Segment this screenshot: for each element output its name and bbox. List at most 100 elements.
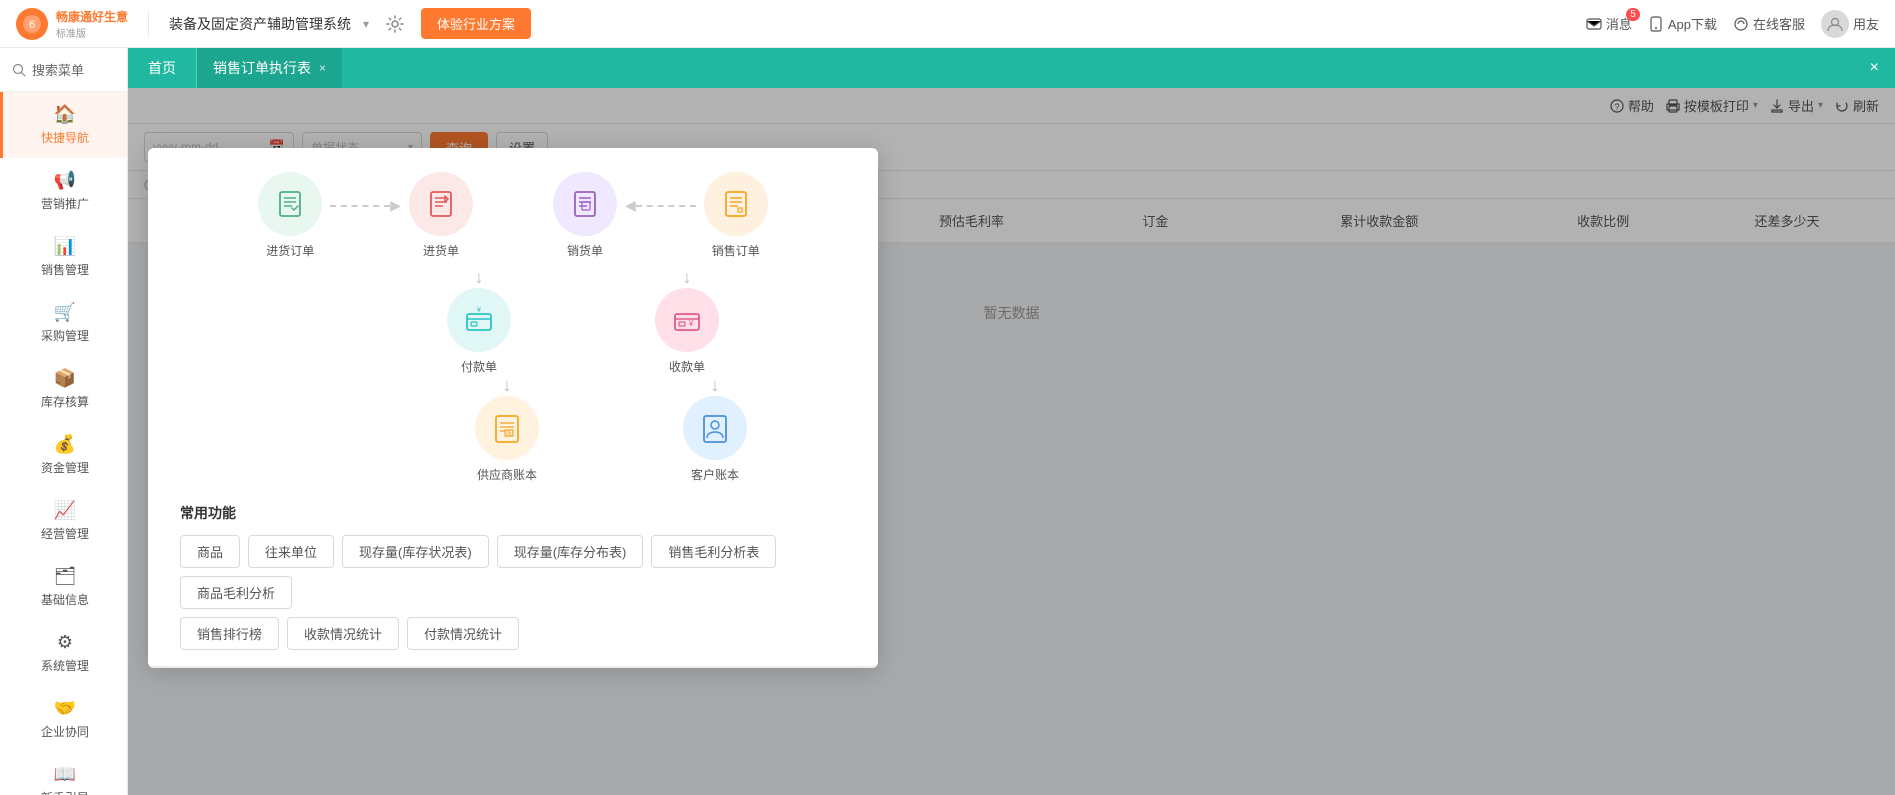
main-layout: 搜索菜单 🏠 快捷导航 📢 营销推广 📊 销售管理 🛒 采购管理 📦 库存核算 … — [0, 48, 1895, 795]
page-content: ? 帮助 按模板打印 ▾ 导出 ▾ 刷新 — [128, 88, 1895, 795]
func-btn-stock-dist[interactable]: 现存量(库存分布表) — [497, 535, 644, 568]
online-service-action[interactable]: 在线客服 — [1733, 14, 1805, 33]
marketing-icon: 📢 — [54, 170, 76, 191]
sales-order-circle — [704, 172, 768, 236]
sidebar-item-inventory[interactable]: 📦 库存核算 — [0, 356, 127, 422]
logo-sub: 标准版 — [56, 25, 128, 40]
customer-account-label: 客户账本 — [691, 466, 739, 483]
flow-modal: 进货订单 ▶ — [148, 148, 878, 668]
logo-title: 畅康通好生意 — [56, 8, 128, 25]
sidebar-item-sales[interactable]: 📊 销售管理 — [0, 224, 127, 290]
tab-home[interactable]: 首页 — [128, 48, 197, 88]
inventory-icon: 📦 — [54, 368, 76, 389]
sidebar-label-system: 系统管理 — [41, 657, 89, 674]
app-download-action[interactable]: App下载 — [1648, 14, 1717, 33]
sidebar-item-base-info[interactable]: 🗂 基础信息 — [0, 554, 127, 620]
svg-text:¥: ¥ — [688, 319, 694, 328]
content-area: 首页 销售订单执行表 × × ? 帮助 按模板打印 ▾ — [128, 48, 1895, 795]
flow-diagram: 进货订单 ▶ — [180, 172, 846, 483]
sales-bill-label: 销货单 — [567, 242, 603, 259]
func-btn-product[interactable]: 商品 — [180, 535, 240, 568]
sidebar-item-quick-nav[interactable]: 🏠 快捷导航 — [0, 92, 127, 158]
active-tab-label: 销售订单执行表 — [213, 58, 311, 78]
purchase-order-node[interactable]: 进货订单 — [258, 172, 322, 259]
sidebar-item-purchase[interactable]: 🛒 采购管理 — [0, 290, 127, 356]
purchase-bill-node[interactable]: 进货单 — [409, 172, 473, 259]
func-buttons-row2: 销售排行榜 收款情况统计 付款情况统计 — [180, 617, 846, 650]
app-download-label: App下载 — [1668, 14, 1717, 33]
receipt-bill-section: ↓ ¥ 收款单 — [655, 267, 719, 375]
online-service-label: 在线客服 — [1753, 14, 1805, 33]
tab-active[interactable]: 销售订单执行表 × — [197, 48, 342, 88]
guide-icon: 📖 — [54, 764, 76, 785]
customer-account-section: ↓ 客户账本 — [683, 375, 747, 483]
header-right: 消息 5 App下载 在线客服 用友 — [1586, 10, 1879, 38]
down-arrow-1: ↓ — [447, 267, 511, 288]
receipt-bill-label: 收款单 — [669, 358, 705, 375]
sidebar-label-guide: 新手引导 — [41, 789, 89, 795]
sidebar-item-finance[interactable]: 💰 资金管理 — [0, 422, 127, 488]
system-title: 装备及固定资产辅助管理系统 — [169, 14, 351, 34]
purchase-bill-circle — [409, 172, 473, 236]
modal-overlay: 进货订单 ▶ — [128, 88, 1895, 795]
scrollbar-right-arrow[interactable]: ▶ — [854, 667, 862, 668]
svg-text:6: 6 — [29, 19, 35, 31]
down-arrow-4: ↓ — [683, 375, 747, 396]
supplier-account-node[interactable]: 账 供应商账本 — [475, 396, 539, 483]
tab-bar: 首页 销售订单执行表 × × — [128, 48, 1895, 88]
sidebar-item-enterprise[interactable]: 🤝 企业协同 — [0, 686, 127, 752]
receipt-bill-node[interactable]: ¥ 收款单 — [655, 288, 719, 375]
supplier-account-circle: 账 — [475, 396, 539, 460]
top-header: 6 畅康通好生意 标准版 装备及固定资产辅助管理系统 ▾ 体验行业方案 消息 5… — [0, 0, 1895, 48]
modal-content: 进货订单 ▶ — [148, 148, 878, 666]
sidebar: 搜索菜单 🏠 快捷导航 📢 营销推广 📊 销售管理 🛒 采购管理 📦 库存核算 … — [0, 48, 128, 795]
func-btn-stock-status[interactable]: 现存量(库存状况表) — [342, 535, 489, 568]
sidebar-item-system[interactable]: ⚙ 系统管理 — [0, 620, 127, 686]
down-arrow-2: ↓ — [655, 267, 719, 288]
enterprise-icon: 🤝 — [54, 698, 76, 719]
sales-bill-node[interactable]: 销货单 — [553, 172, 617, 259]
purchase-order-circle — [258, 172, 322, 236]
payment-bill-node[interactable]: ¥ 付款单 — [447, 288, 511, 375]
func-btn-profit-analysis[interactable]: 销售毛利分析表 — [651, 535, 776, 568]
sidebar-label-enterprise: 企业协同 — [41, 723, 89, 740]
func-btn-receipt-stats[interactable]: 收款情况统计 — [287, 617, 399, 650]
sales-bill-circle — [553, 172, 617, 236]
func-buttons-row1: 商品 往来单位 现存量(库存状况表) 现存量(库存分布表) 销售毛利分析表 商品… — [180, 535, 846, 609]
base-info-icon: 🗂 — [54, 566, 77, 587]
tab-close-icon[interactable]: × — [319, 61, 326, 75]
payment-bill-label: 付款单 — [461, 358, 497, 375]
tab-bar-close-icon[interactable]: × — [1870, 59, 1879, 77]
func-btn-product-profit[interactable]: 商品毛利分析 — [180, 576, 292, 609]
sales-order-label: 销售订单 — [712, 242, 760, 259]
experience-button[interactable]: 体验行业方案 — [421, 8, 531, 39]
func-btn-partner[interactable]: 往来单位 — [248, 535, 334, 568]
message-badge: 5 — [1626, 8, 1640, 21]
search-menu[interactable]: 搜索菜单 — [0, 48, 127, 92]
flow-row-2: ↓ ¥ 付款单 — [180, 267, 846, 375]
payment-bill-circle: ¥ — [447, 288, 511, 352]
svg-text:账: 账 — [506, 429, 512, 437]
arrow-sales-order-to-bill: ◀ — [625, 197, 696, 214]
dropdown-icon[interactable]: ▾ — [363, 17, 369, 31]
func-btn-payment-stats[interactable]: 付款情况统计 — [407, 617, 519, 650]
logo-icon: 6 — [16, 8, 48, 40]
sidebar-label-operation: 经营管理 — [41, 525, 89, 542]
customer-account-node[interactable]: 客户账本 — [683, 396, 747, 483]
message-action[interactable]: 消息 5 — [1586, 14, 1632, 33]
sidebar-item-operation[interactable]: 📈 经营管理 — [0, 488, 127, 554]
common-functions: 常用功能 商品 往来单位 现存量(库存状况表) 现存量(库存分布表) 销售毛利分… — [180, 503, 846, 650]
sidebar-item-guide[interactable]: 📖 新手引导 — [0, 752, 127, 795]
scrollbar-left-arrow[interactable]: ◀ — [164, 667, 172, 668]
user-action[interactable]: 用友 — [1821, 10, 1879, 38]
purchase-bill-label: 进货单 — [423, 242, 459, 259]
sidebar-label-purchase: 采购管理 — [41, 327, 89, 344]
settings-icon[interactable] — [381, 10, 409, 38]
sidebar-item-marketing[interactable]: 📢 营销推广 — [0, 158, 127, 224]
sidebar-label-finance: 资金管理 — [41, 459, 89, 476]
modal-scrollbar: ◀ ▶ — [148, 666, 878, 668]
sales-order-node[interactable]: 销售订单 — [704, 172, 768, 259]
customer-account-circle — [683, 396, 747, 460]
func-btn-sales-rank[interactable]: 销售排行榜 — [180, 617, 279, 650]
arrow-purchase-to-bill: ▶ — [330, 197, 401, 214]
